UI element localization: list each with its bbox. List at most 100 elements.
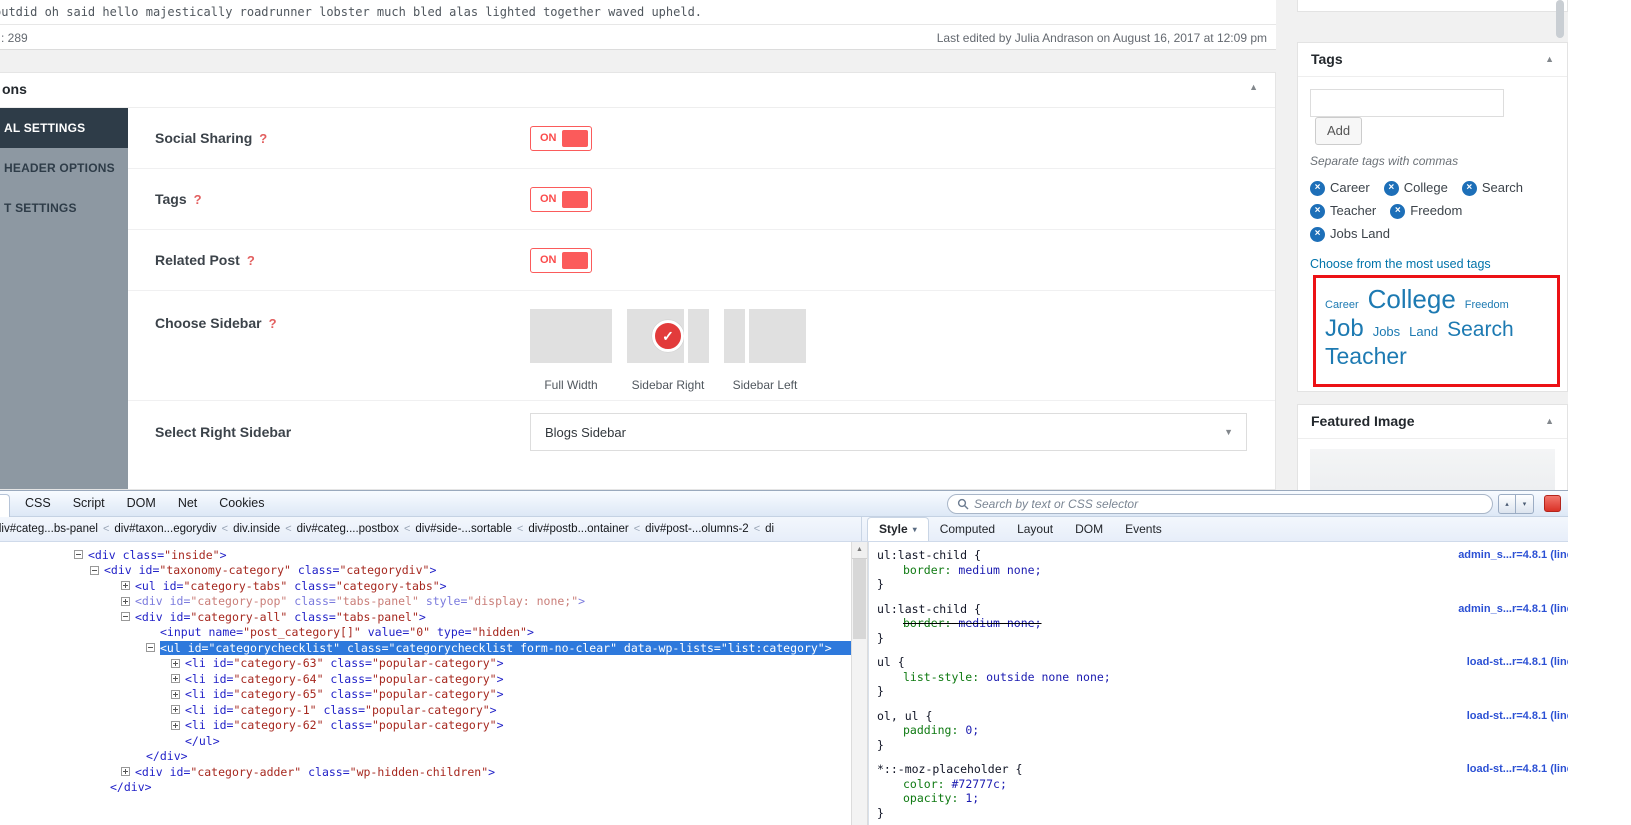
expand-icon[interactable] <box>171 674 180 684</box>
collapse-icon[interactable]: ▲ <box>1249 82 1258 92</box>
dom-tree-row[interactable]: <div id="category-pop" class="tabs-panel… <box>0 594 851 610</box>
dom-node-markup[interactable]: </div> <box>146 749 188 763</box>
search-input[interactable] <box>974 496 1483 511</box>
dom-tree-row[interactable]: <li id="category-64" class="popular-cate… <box>0 671 851 687</box>
tags-toggle[interactable]: ON <box>530 186 592 212</box>
css-source-link[interactable]: admin_s...r=4.8.1 (line 1 <box>1458 548 1568 563</box>
collapse-icon[interactable] <box>121 612 130 622</box>
dom-tree-row[interactable]: <li id="category-62" class="popular-cate… <box>0 718 851 734</box>
remove-tag-icon[interactable]: × <box>1461 180 1477 196</box>
featured-image-thumbnail[interactable] <box>1310 449 1555 490</box>
collapse-icon[interactable] <box>90 565 99 575</box>
css-selector[interactable]: ul:last-child <box>877 548 967 562</box>
breadcrumb-item[interactable]: div#taxon...egorydiv <box>113 523 217 535</box>
dom-tree-row[interactable]: </div> <box>0 780 851 796</box>
expand-icon[interactable] <box>171 658 180 668</box>
sidebar-option-left[interactable]: Sidebar Left <box>724 309 806 392</box>
tab-computed[interactable]: Computed <box>929 518 1006 541</box>
css-source-link[interactable]: load-st...r=4.8.1 (line 1 <box>1467 655 1568 670</box>
dom-node-markup[interactable]: <div id="category-all" class="tabs-panel… <box>135 610 426 624</box>
sidebar-option-full[interactable]: Full Width <box>530 309 612 392</box>
options-metabox-header[interactable]: ons ▲ <box>0 73 1275 108</box>
css-selector[interactable]: ul <box>877 655 891 669</box>
dom-node-markup[interactable]: <div id="taxonomy-category" class="categ… <box>104 563 436 577</box>
dom-node-markup[interactable]: <li id="category-64" class="popular-cate… <box>185 672 504 686</box>
tab-style[interactable]: Style ▾ <box>867 517 929 541</box>
help-icon[interactable]: ? <box>269 316 277 331</box>
related-post-toggle[interactable]: ON <box>530 247 592 273</box>
firebug-active-tab-fragment[interactable] <box>0 494 10 517</box>
tag-cloud-item[interactable]: College <box>1368 284 1456 314</box>
dom-node-markup[interactable]: <div class="inside"> <box>88 548 227 562</box>
dom-node-markup[interactable]: <input name="post_category[]" value="0" … <box>160 625 534 639</box>
social-sharing-toggle[interactable]: ON <box>530 125 592 151</box>
tag-cloud-item[interactable]: Search <box>1447 318 1514 341</box>
firebug-tab-css[interactable]: CSS <box>14 491 62 516</box>
css-declaration[interactable]: padding: 0; <box>877 723 1568 738</box>
add-tag-button[interactable]: Add <box>1315 117 1363 145</box>
tag-cloud-item[interactable]: Career <box>1325 299 1359 311</box>
expand-icon[interactable] <box>121 581 130 591</box>
collapse-icon[interactable] <box>146 643 155 653</box>
settings-tab-header-options[interactable]: HEADER OPTIONS <box>0 148 128 188</box>
dom-node-markup[interactable]: <ul id="category-tabs" class="category-t… <box>135 579 447 593</box>
breadcrumb-item[interactable]: di <box>764 523 775 535</box>
settings-tab-al-settings[interactable]: AL SETTINGS <box>0 108 128 148</box>
tab-dom[interactable]: DOM <box>1064 518 1114 541</box>
right-sidebar-select[interactable]: Blogs Sidebar ▼ <box>530 413 1247 451</box>
dom-node-markup[interactable]: <li id="category-62" class="popular-cate… <box>185 718 504 732</box>
expand-icon[interactable] <box>171 705 180 715</box>
new-tag-input[interactable] <box>1310 89 1504 117</box>
sidebar-thumbnail-left[interactable] <box>724 309 806 363</box>
featured-image-header[interactable]: Featured Image ▲ <box>1298 405 1567 439</box>
help-icon[interactable]: ? <box>194 192 202 207</box>
dom-tree-row[interactable]: <li id="category-1" class="popular-categ… <box>0 702 851 718</box>
dom-tree-row[interactable]: <ul id="category-tabs" class="category-t… <box>0 578 851 594</box>
dom-tree-row[interactable]: <input name="post_category[]" value="0" … <box>0 625 851 641</box>
css-source-link[interactable]: load-st...r=4.8.1 (line 2 <box>1467 762 1568 777</box>
firebug-close-button[interactable] <box>1544 495 1561 512</box>
expand-icon[interactable] <box>171 720 180 730</box>
breadcrumb-item[interactable]: div#postb...ontainer <box>527 523 629 535</box>
remove-tag-icon[interactable]: × <box>1310 203 1325 219</box>
breadcrumb-item[interactable]: div#side-...sortable <box>414 523 513 535</box>
firebug-tab-script[interactable]: Script <box>62 491 116 516</box>
dom-node-markup[interactable]: </div> <box>110 780 152 794</box>
breadcrumb-item[interactable]: div#categ....postbox <box>296 523 400 535</box>
dom-node-markup[interactable]: <div id="category-adder" class="wp-hidde… <box>135 765 495 779</box>
dom-tree-row[interactable]: <div class="inside"> <box>0 547 851 563</box>
dom-tree-row[interactable]: <div id="category-adder" class="wp-hidde… <box>0 764 851 780</box>
tab-events[interactable]: Events <box>1114 518 1173 541</box>
css-declaration[interactable]: border: medium none; <box>877 616 1568 631</box>
editor-content-text[interactable]: outdid oh said hello majestically roadru… <box>0 0 1276 19</box>
dom-tree-row[interactable]: </ul> <box>0 733 851 749</box>
dom-node-markup[interactable]: <li id="category-65" class="popular-cate… <box>185 687 504 701</box>
search-next-button[interactable]: ▾ <box>1516 493 1534 514</box>
css-declaration[interactable]: list-style: outside none none; <box>877 670 1568 685</box>
expand-icon[interactable] <box>171 689 180 699</box>
firebug-tab-net[interactable]: Net <box>167 491 208 516</box>
tags-metabox-header[interactable]: Tags ▲ <box>1298 43 1567 77</box>
dom-tree-row[interactable]: <ul id="categorychecklist" class="catego… <box>0 640 851 656</box>
css-declaration[interactable]: border: medium none; <box>877 563 1568 578</box>
remove-tag-icon[interactable]: × <box>1310 226 1325 242</box>
settings-tab-t-settings[interactable]: T SETTINGS <box>0 188 128 228</box>
remove-tag-icon[interactable]: × <box>1383 180 1399 196</box>
tab-layout[interactable]: Layout <box>1006 518 1064 541</box>
breadcrumb-item[interactable]: div.inside <box>232 523 281 535</box>
css-selector[interactable]: *::-moz-placeholder <box>877 762 1009 776</box>
dom-tree-row[interactable]: <div id="taxonomy-category" class="categ… <box>0 563 851 579</box>
scroll-up-icon[interactable]: ▲ <box>852 542 867 559</box>
dom-node-markup[interactable]: <div id="category-pop" class="tabs-panel… <box>135 594 585 608</box>
css-selector[interactable]: ul:last-child <box>877 602 967 616</box>
remove-tag-icon[interactable]: × <box>1390 203 1406 219</box>
dom-tree-row[interactable]: </div> <box>0 749 851 765</box>
breadcrumb-item[interactable]: div#categ...bs-panel <box>0 523 99 535</box>
css-source-link[interactable]: admin_s...r=4.8.1 (line 1 <box>1458 602 1568 617</box>
firebug-tab-dom[interactable]: DOM <box>116 491 167 516</box>
tree-scrollbar[interactable]: ▲ <box>851 542 868 825</box>
tag-cloud-item[interactable]: Freedom <box>1465 299 1509 311</box>
firebug-tab-cookies[interactable]: Cookies <box>208 491 275 516</box>
css-selector[interactable]: ol, ul <box>877 709 919 723</box>
help-icon[interactable]: ? <box>247 253 255 268</box>
